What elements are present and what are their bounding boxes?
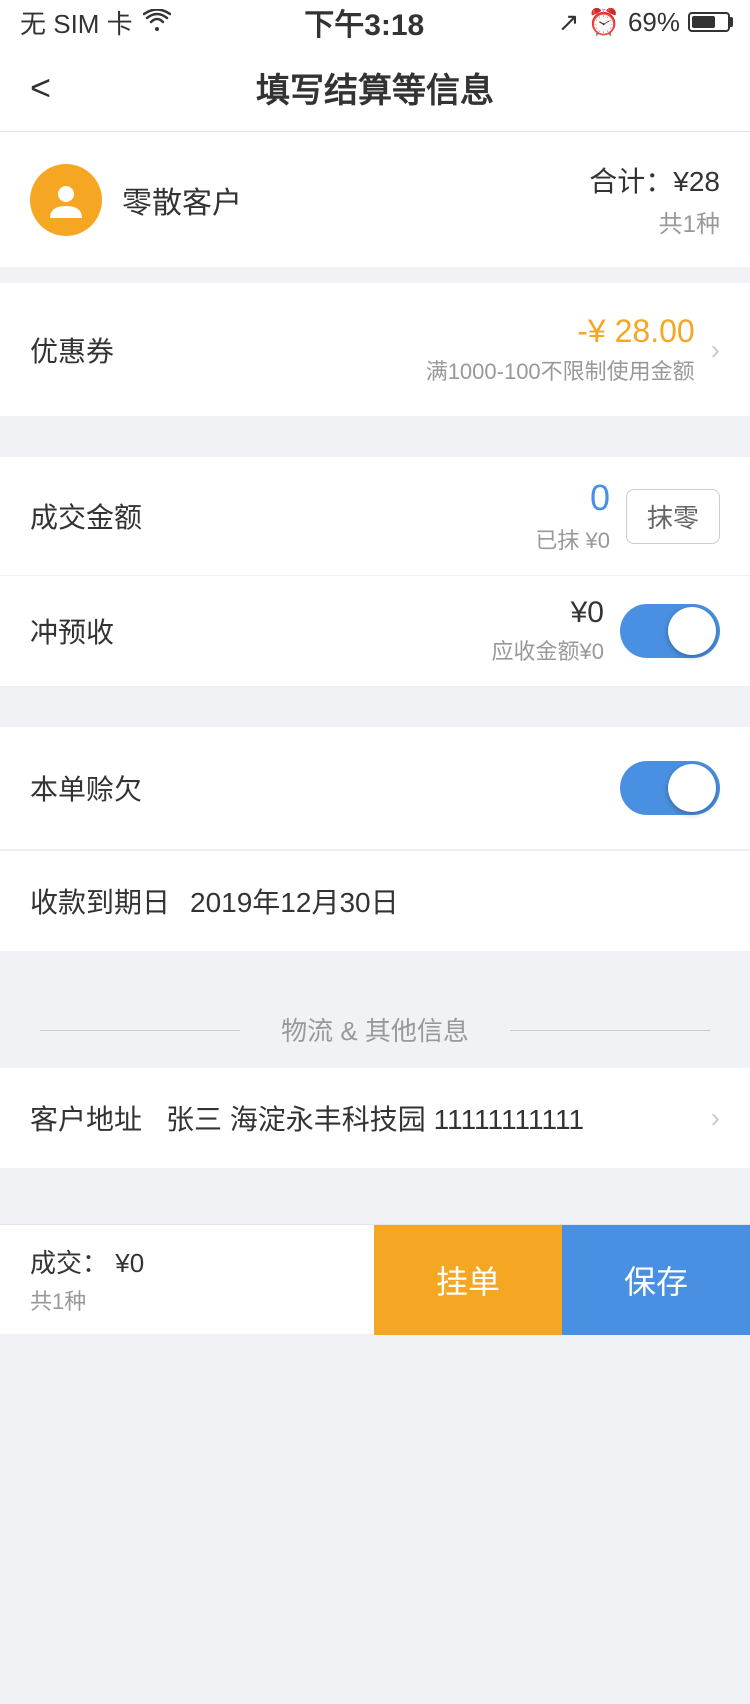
pending-button[interactable]: 挂单 [374, 1225, 562, 1335]
coupon-label: 优惠券 [30, 330, 114, 370]
bottom-deal-label: 成交： [30, 1248, 108, 1278]
prepayment-row: 冲预收 ¥0 应收金额¥0 [0, 576, 750, 687]
bottom-count: 共1种 [30, 1284, 344, 1316]
status-left: 无 SIM 卡 [20, 4, 171, 41]
transaction-row: 成交金额 0 已抹 ¥0 抹零 [0, 457, 750, 576]
prepayment-right: ¥0 应收金额¥0 [492, 596, 720, 666]
bottom-info: 成交： ¥0 共1种 [0, 1243, 374, 1316]
coupon-amount: -¥ 28.00 [426, 313, 695, 350]
coupon-desc: 满1000-100不限制使用金额 [426, 354, 695, 386]
bottom-deal: 成交： ¥0 [30, 1243, 344, 1280]
status-right: ↗ ⏰ 69% [558, 7, 730, 38]
alarm-icon: ⏰ [588, 7, 620, 38]
logistics-section-label: 物流 & 其他信息 [0, 991, 750, 1068]
prepayment-toggle[interactable] [620, 604, 720, 658]
logistics-label-text: 物流 & 其他信息 [281, 1016, 469, 1046]
battery-icon [688, 12, 730, 32]
sim-label: 无 SIM 卡 [20, 4, 133, 41]
bottom-deal-amount: ¥0 [115, 1248, 144, 1278]
due-date-row: 收款到期日 2019年12月30日 [0, 850, 750, 951]
transaction-sub: 已抹 ¥0 [535, 523, 610, 555]
total-count: 共1种 [589, 204, 720, 239]
debt-row: 本单赊欠 [0, 727, 750, 850]
nav-bar: < 填写结算等信息 [0, 44, 750, 132]
total-amount: 合计：¥28 [589, 160, 720, 200]
back-button[interactable]: < [30, 67, 51, 109]
divider-1 [0, 433, 750, 457]
prepayment-sub: 应收金额¥0 [492, 634, 604, 666]
address-row[interactable]: 客户地址 张三 海淀永丰科技园 11111111111 › [0, 1068, 750, 1168]
debt-section: 本单赊欠 收款到期日 2019年12月30日 [0, 727, 750, 951]
status-bar: 无 SIM 卡 下午3:18 ↗ ⏰ 69% [0, 0, 750, 44]
content: 零散客户 合计：¥28 共1种 优惠券 -¥ 28.00 满1000-100不限… [0, 132, 750, 1704]
avatar [30, 164, 102, 236]
coupon-row[interactable]: 优惠券 -¥ 28.00 满1000-100不限制使用金额 › [0, 283, 750, 417]
divider-3 [0, 967, 750, 991]
customer-section: 零散客户 合计：¥28 共1种 [0, 132, 750, 267]
location-icon: ↗ [558, 7, 580, 38]
bottom-bar: 成交： ¥0 共1种 挂单 保存 [0, 1224, 750, 1334]
due-date-label: 收款到期日 [30, 881, 170, 921]
save-button[interactable]: 保存 [562, 1225, 750, 1335]
transaction-label: 成交金额 [30, 496, 142, 536]
address-value: 张三 海淀永丰科技园 11111111111 [166, 1098, 711, 1138]
page-title: 填写结算等信息 [256, 63, 494, 112]
divider-2 [0, 703, 750, 727]
customer-total: 合计：¥28 共1种 [589, 160, 720, 239]
round-zero-button[interactable]: 抹零 [626, 489, 720, 544]
customer-name: 零散客户 [122, 178, 242, 222]
debt-toggle[interactable] [620, 761, 720, 815]
battery-percent: 69% [628, 7, 680, 38]
prepayment-label: 冲预收 [30, 611, 114, 651]
due-date-value[interactable]: 2019年12月30日 [190, 881, 399, 921]
wifi-icon [143, 7, 171, 38]
transaction-section: 成交金额 0 已抹 ¥0 抹零 冲预收 ¥0 应收金额¥0 [0, 457, 750, 687]
coupon-right: -¥ 28.00 满1000-100不限制使用金额 › [426, 313, 720, 386]
chevron-right-icon: › [711, 334, 720, 366]
transaction-value[interactable]: 0 [535, 477, 610, 519]
address-label: 客户地址 [30, 1098, 142, 1138]
status-time: 下午3:18 [304, 0, 424, 44]
address-chevron-icon: › [711, 1102, 720, 1134]
prepayment-amount: ¥0 [492, 596, 604, 630]
debt-label: 本单赊欠 [30, 768, 142, 808]
